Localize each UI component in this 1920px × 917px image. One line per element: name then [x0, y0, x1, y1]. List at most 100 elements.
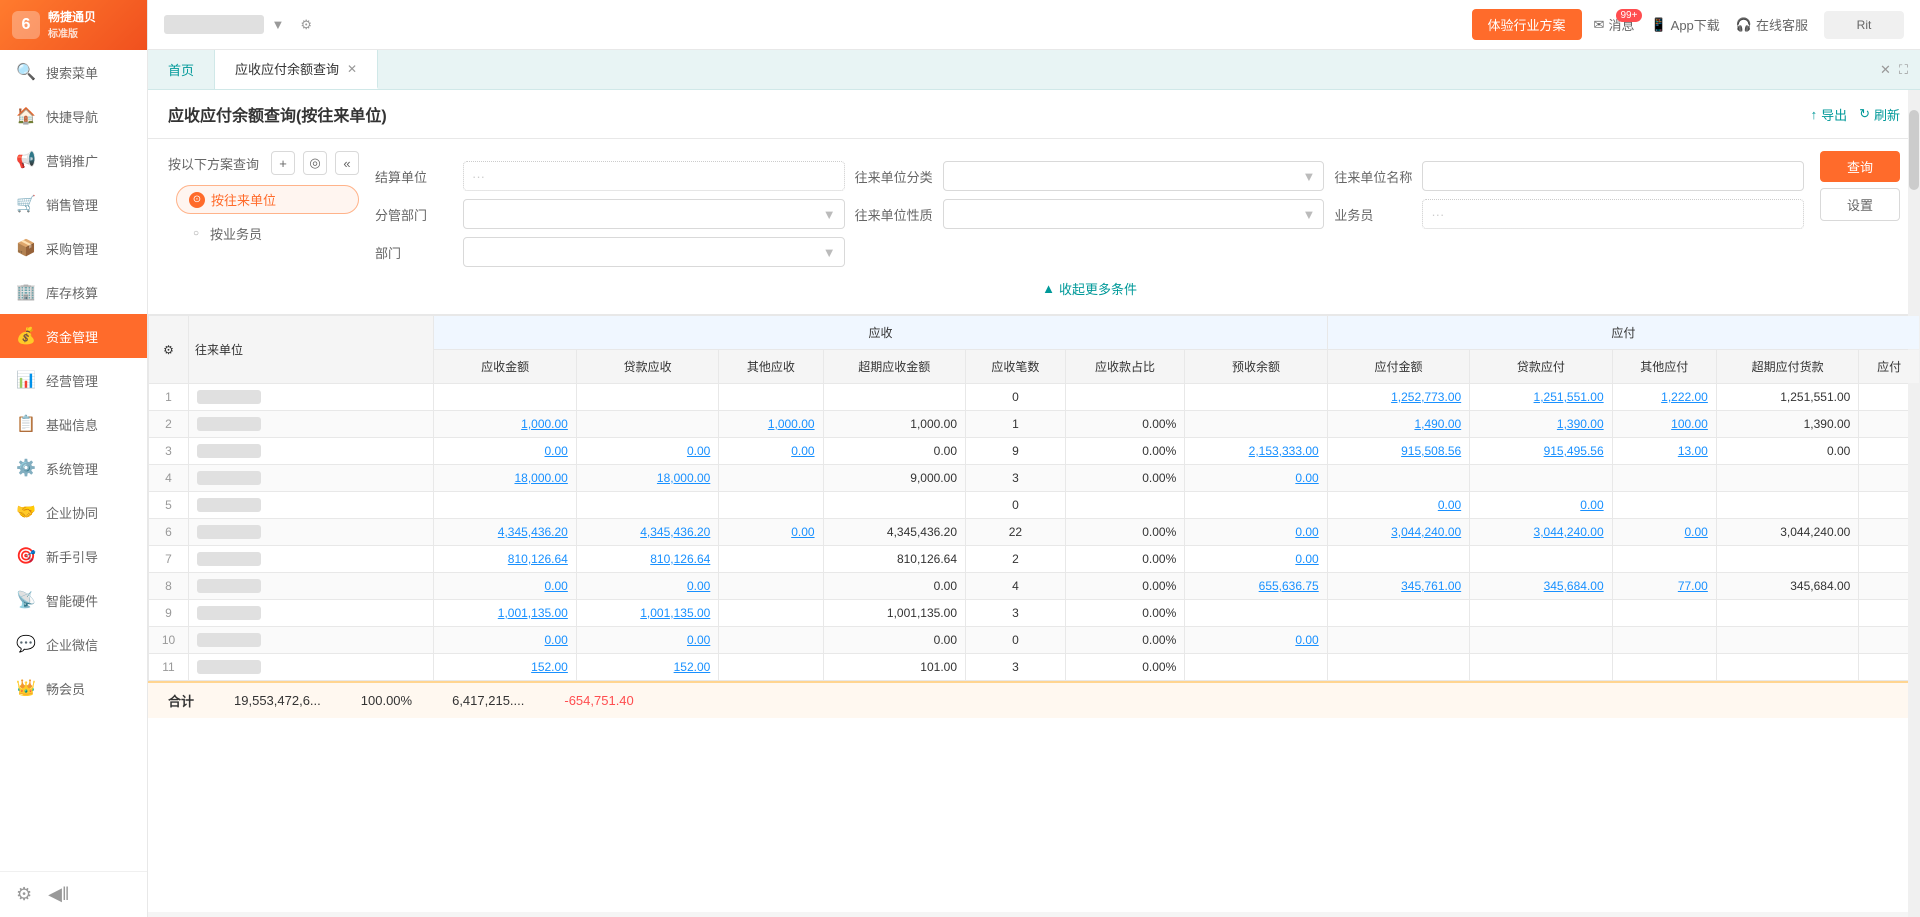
- tab-close-icon[interactable]: ✕: [347, 62, 357, 76]
- ar-overdue-8: 0.00: [823, 573, 965, 600]
- filter-sub-dept: 部门 ▼: [375, 237, 845, 267]
- sidebar-item-sales[interactable]: 🛒 销售管理: [0, 182, 147, 226]
- filter-area: 按以下方案查询 + ◎ « ⊙ 按往来单位 ○ 按业务员: [148, 139, 1920, 315]
- ar-overdue-6: 4,345,436.20: [823, 519, 965, 546]
- sidebar-item-wechat[interactable]: 💬 企业微信: [0, 622, 147, 666]
- service-label: 在线客服: [1756, 15, 1808, 34]
- row-num-4: 4: [149, 465, 189, 492]
- row-num-6: 6: [149, 519, 189, 546]
- promo-button[interactable]: 体验行业方案: [1472, 9, 1582, 40]
- row-num-9: 9: [149, 600, 189, 627]
- view-by-unit[interactable]: ⊙ 按往来单位: [176, 185, 359, 214]
- unit-11: XXXXXXXX: [189, 654, 434, 681]
- collapse-filter-btn[interactable]: «: [335, 151, 359, 175]
- user-avatar[interactable]: Rit: [1824, 11, 1904, 39]
- sidebar-item-inventory[interactable]: 🏢 库存核算: [0, 270, 147, 314]
- footer-ap-overdue-value: -654,751.40: [564, 693, 633, 708]
- filter-unit-category: 往来单位分类 ▼: [855, 161, 1325, 191]
- unit-name-input[interactable]: [1422, 161, 1804, 191]
- refresh-button[interactable]: ↻ 刷新: [1859, 105, 1900, 124]
- ar-overdue-2: 1,000.00: [823, 411, 965, 438]
- unit-nature-input[interactable]: ▼: [943, 199, 1325, 229]
- ap-amount-9: [1327, 600, 1469, 627]
- sub-dept-input[interactable]: ▼: [463, 237, 845, 267]
- chevron-up-icon: ▲: [1042, 281, 1055, 296]
- ar-overdue-3: 0.00: [823, 438, 965, 465]
- collapse-icon[interactable]: ◀‖: [48, 884, 69, 905]
- sidebar-item-hardware[interactable]: 📡 智能硬件: [0, 578, 147, 622]
- more-conditions-btn[interactable]: ▲ 收起更多条件: [375, 275, 1804, 302]
- page-actions: ↑ 导出 ↻ 刷新: [1811, 105, 1900, 124]
- unit-2: XXXXXXXX: [189, 411, 434, 438]
- tab-close-window-icon[interactable]: ✕: [1880, 62, 1891, 78]
- gear-icon[interactable]: ⚙: [300, 17, 312, 33]
- app-download-group[interactable]: 📱 App下载: [1650, 15, 1719, 34]
- ar-prepaid-7: 0.00: [1185, 546, 1327, 573]
- salesman-input[interactable]: ···: [1422, 199, 1804, 229]
- tab-home[interactable]: 首页: [148, 50, 215, 89]
- ar-ratio-7: 0.00%: [1065, 546, 1184, 573]
- ar-amount-5: [434, 492, 576, 519]
- sidebar-label-inventory: 库存核算: [46, 283, 98, 302]
- filter-unit-name: 往来单位名称: [1334, 161, 1804, 191]
- footer-ar-total-value: 19,553,472,6...: [234, 693, 321, 708]
- ar-prepaid-5: [1185, 492, 1327, 519]
- sidebar-item-marketing[interactable]: 📢 营销推广: [0, 138, 147, 182]
- sidebar-label-sales: 销售管理: [46, 195, 98, 214]
- unit-category-input[interactable]: ▼: [943, 161, 1325, 191]
- ar-loan-1: [576, 384, 718, 411]
- dept-input[interactable]: ▼: [463, 199, 845, 229]
- settings-bottom-icon[interactable]: ⚙: [16, 884, 32, 905]
- ar-amount-10: 0.00: [434, 627, 576, 654]
- sidebar-item-finance[interactable]: 💰 资金管理: [0, 314, 147, 358]
- sidebar-item-collab[interactable]: 🤝 企业协同: [0, 490, 147, 534]
- filter-row-3: 部门 ▼: [375, 237, 1804, 267]
- settlement-input[interactable]: ···: [463, 161, 845, 191]
- scrollbar-thumb[interactable]: [1909, 110, 1919, 190]
- unit-6: XXXXXXXX: [189, 519, 434, 546]
- tab-home-label: 首页: [168, 60, 194, 79]
- sidebar-item-management[interactable]: 📊 经营管理: [0, 358, 147, 402]
- ap-loan-9: [1470, 600, 1612, 627]
- sidebar-item-purchase[interactable]: 📦 采购管理: [0, 226, 147, 270]
- ar-prepaid-3: 2,153,333.00: [1185, 438, 1327, 465]
- sidebar-item-nav[interactable]: 🏠 快捷导航: [0, 94, 147, 138]
- ap-other-1: 1,222.00: [1612, 384, 1716, 411]
- sidebar-item-system[interactable]: ⚙️ 系统管理: [0, 446, 147, 490]
- view-by-unit-label: 按往来单位: [211, 190, 276, 209]
- target-icon-btn[interactable]: ◎: [303, 151, 327, 175]
- sidebar-item-basic[interactable]: 📋 基础信息: [0, 402, 147, 446]
- filter-row-2: 分管部门 ▼ 往来单位性质 ▼ 业务员 ···: [375, 199, 1804, 229]
- ap-overdue-1: 1,251,551.00: [1716, 384, 1858, 411]
- ap-loan-7: [1470, 546, 1612, 573]
- settings-button[interactable]: 设置: [1820, 188, 1900, 221]
- export-button[interactable]: ↑ 导出: [1811, 105, 1848, 124]
- ar-count-1: 0: [966, 384, 1066, 411]
- messages-group[interactable]: ✉ 消息 99+: [1594, 15, 1635, 34]
- online-service-group[interactable]: 🎧 在线客服: [1736, 15, 1808, 34]
- ap-loan-4: [1470, 465, 1612, 492]
- sidebar-item-guide[interactable]: 🎯 新手引导: [0, 534, 147, 578]
- chevron-down-icon[interactable]: ▼: [272, 17, 285, 32]
- table-row: 6 XXXXXXXX 4,345,436.20 4,345,436.20 0.0…: [149, 519, 1920, 546]
- unit-1: XXXXXXXX: [189, 384, 434, 411]
- footer-ar-total: 19,553,472,6...: [234, 693, 321, 708]
- sidebar-label-member: 畅会员: [46, 679, 85, 698]
- tab-maximize-icon[interactable]: ⛶: [1899, 62, 1908, 78]
- ap-amount-5: 0.00: [1327, 492, 1469, 519]
- ar-other-1: [719, 384, 823, 411]
- add-scheme-btn[interactable]: +: [271, 151, 295, 175]
- sidebar-item-search[interactable]: 🔍 搜索菜单: [0, 50, 147, 94]
- salesman-label: 业务员: [1334, 205, 1414, 224]
- ar-overdue-11: 101.00: [823, 654, 965, 681]
- sidebar: 6 畅捷通贝 标准版 🔍 搜索菜单 🏠 快捷导航 📢 营销推广 🛒 销售管理 📦…: [0, 0, 148, 917]
- view-by-salesman[interactable]: ○ 按业务员: [176, 220, 359, 247]
- scrollbar[interactable]: [1908, 90, 1920, 917]
- ap-amount-11: [1327, 654, 1469, 681]
- ar-overdue-1: [823, 384, 965, 411]
- ar-amount-7: 810,126.64: [434, 546, 576, 573]
- sidebar-item-member[interactable]: 👑 畅会员: [0, 666, 147, 710]
- tab-ar-ap[interactable]: 应收应付余额查询 ✕: [215, 50, 378, 89]
- query-button[interactable]: 查询: [1820, 151, 1900, 182]
- col-settings-icon[interactable]: ⚙: [149, 316, 189, 384]
